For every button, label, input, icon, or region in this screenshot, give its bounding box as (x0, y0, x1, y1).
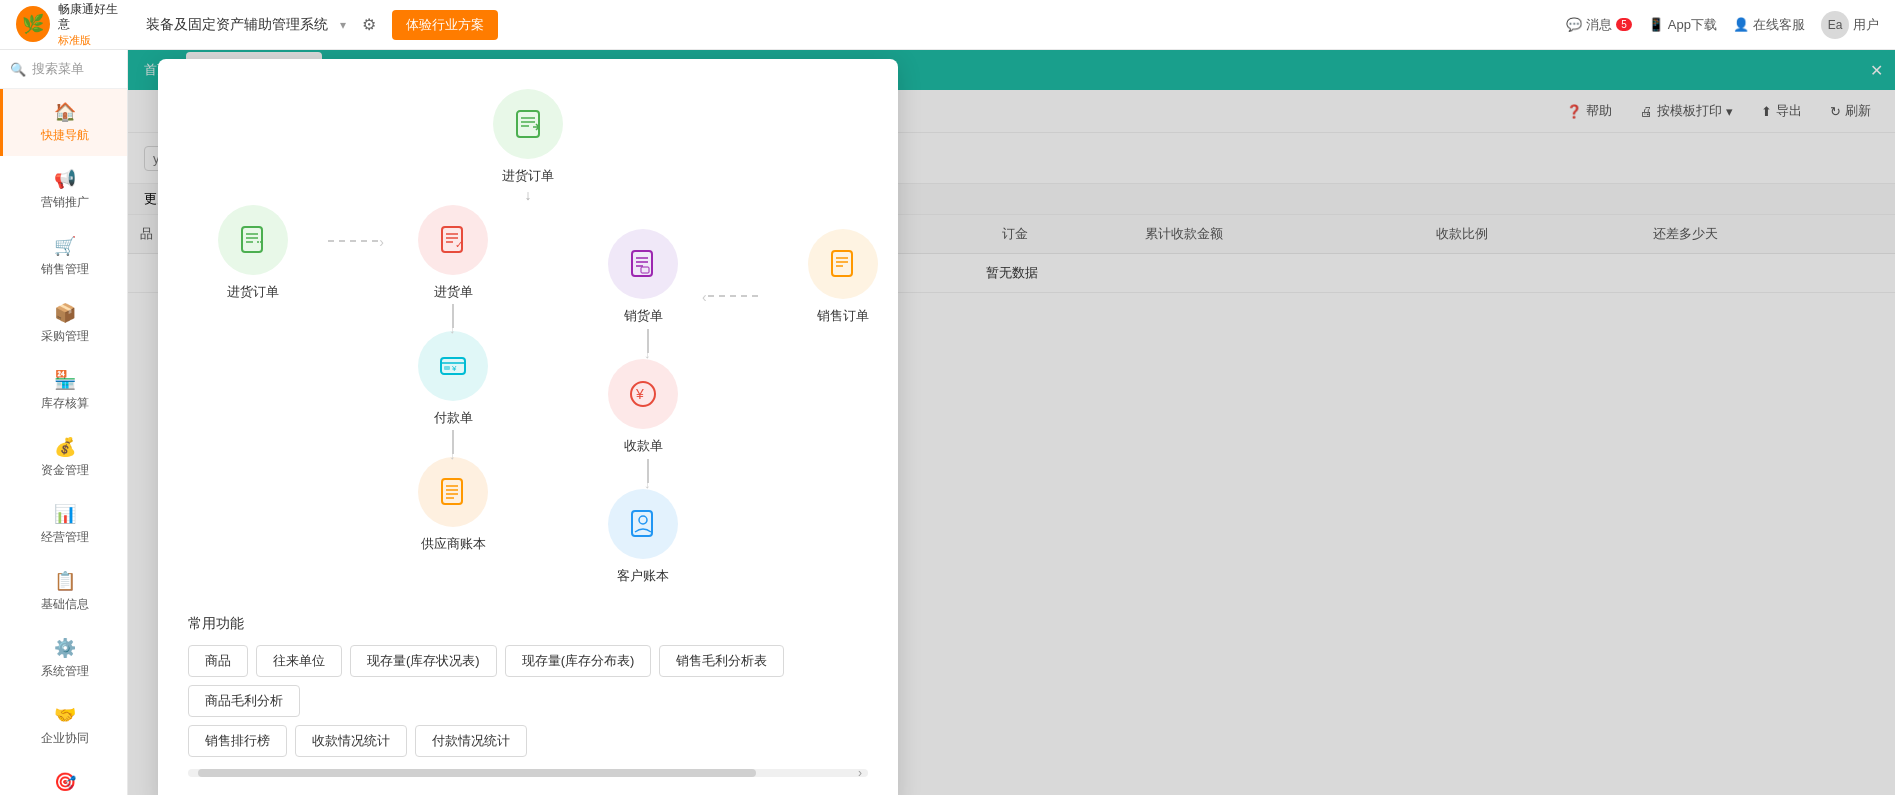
sales-bill-circle (608, 229, 678, 299)
modal-scrollbar[interactable]: › (188, 769, 868, 777)
message-icon: 💬 (1566, 17, 1582, 32)
modal-overlay: 进货订单 ↓ (128, 50, 1895, 795)
user-area[interactable]: Ea 用户 (1821, 11, 1879, 39)
sidebar-item-system[interactable]: ⚙️ 系统管理 (0, 625, 127, 692)
func-btn-partners[interactable]: 往来单位 (256, 645, 342, 677)
sidebar-item-purchase[interactable]: 📦 采购管理 (0, 290, 127, 357)
v-arrow-sales: ↓ (643, 329, 653, 353)
func-btn-sales-profit[interactable]: 销售毛利分析表 (659, 645, 784, 677)
sidebar-search-text: 搜索菜单 (32, 60, 84, 78)
sales-icon: 🛒 (54, 235, 76, 257)
home-icon: 🏠 (54, 101, 76, 123)
sidebar-item-operation[interactable]: 📊 经营管理 (0, 491, 127, 558)
top-right-area: 💬 消息 5 📱 App下载 👤 在线客服 Ea 用户 (1566, 11, 1879, 39)
message-btn[interactable]: 💬 消息 5 (1566, 16, 1632, 34)
purchase-order-icon (493, 89, 563, 159)
sidebar-item-inventory[interactable]: 🏪 库存核算 (0, 357, 127, 424)
svg-text:¥: ¥ (451, 364, 457, 373)
func-btn-goods-profit[interactable]: 商品毛利分析 (188, 685, 300, 717)
func-buttons-row1: 商品 往来单位 现存量(库存状况表) 现存量(库存分布表) 销售毛利分析表 商品… (188, 645, 868, 717)
fn-purchase-order[interactable]: 进货订单 (188, 205, 318, 301)
svg-point-34 (639, 516, 647, 524)
svg-rect-27 (832, 251, 852, 276)
fn-sales-bill[interactable]: 销货单 (578, 229, 708, 325)
func-btn-payment-stats[interactable]: 付款情况统计 (415, 725, 527, 757)
system-title: 装备及固定资产辅助管理系统 (146, 16, 328, 34)
scroll-right-btn[interactable]: › (852, 769, 868, 777)
flow-node-purchase-order[interactable]: 进货订单 (463, 89, 593, 185)
fn-purchase-bill[interactable]: ✓ 进货单 (388, 205, 518, 301)
receipt-bill-circle: ¥ (608, 359, 678, 429)
svg-rect-4 (242, 227, 262, 252)
guide-icon: 🎯 (54, 771, 76, 793)
svg-text:¥: ¥ (635, 386, 644, 402)
logo-area: 🌿 畅康通好生意 标准版 (16, 2, 126, 47)
supplier-book-circle (418, 457, 488, 527)
fn-customer-book[interactable]: 客户账本 (578, 489, 708, 585)
app-icon: 📱 (1648, 17, 1664, 32)
svg-rect-0 (517, 111, 539, 137)
svg-text:✓: ✓ (455, 239, 463, 250)
system-icon: ⚙️ (54, 637, 76, 659)
user-avatar: Ea (1821, 11, 1849, 39)
payment-bill-circle: ¥ (418, 331, 488, 401)
right-flow: 销货单 ‹ 销售订单 (578, 229, 918, 599)
fn-sales-order[interactable]: 销售订单 (778, 229, 908, 325)
sidebar-item-guide[interactable]: 🎯 新手引导 (0, 759, 127, 795)
purchase-icon: 📦 (54, 302, 76, 324)
arrow-down-1: ↓ (525, 187, 532, 203)
message-badge: 5 (1616, 18, 1632, 31)
content-area: 首页 销售订单执行表 × ✕ ❓ 帮助 🖨 按模板打印 ▾ (128, 50, 1895, 795)
sidebar-item-enterprise[interactable]: 🤝 企业协同 (0, 692, 127, 759)
func-buttons-row2: 销售排行榜 收款情况统计 付款情况统计 (188, 725, 868, 757)
enterprise-icon: 🤝 (54, 704, 76, 726)
arrow-right-1: › (328, 240, 378, 266)
sidebar-item-sales[interactable]: 🛒 销售管理 (0, 223, 127, 290)
func-btn-sales-rank[interactable]: 销售排行榜 (188, 725, 287, 757)
trial-button[interactable]: 体验行业方案 (392, 10, 498, 40)
operation-icon: 📊 (54, 503, 76, 525)
sidebar-item-quick-nav[interactable]: 🏠 快捷导航 (0, 89, 127, 156)
v-arrow-2: ↓ (452, 304, 454, 328)
func-btn-receipt-stats[interactable]: 收款情况统计 (295, 725, 407, 757)
marketing-icon: 📢 (54, 168, 76, 190)
svg-rect-15 (444, 366, 450, 370)
sidebar-item-marketing[interactable]: 📢 营销推广 (0, 156, 127, 223)
inventory-icon: 🏪 (54, 369, 76, 391)
svg-rect-26 (641, 267, 649, 273)
v-arrow-4: ↓ (452, 430, 454, 454)
online-service-btn[interactable]: 👤 在线客服 (1733, 16, 1805, 34)
sidebar-item-basic[interactable]: 📋 基础信息 (0, 558, 127, 625)
common-functions-title: 常用功能 (188, 615, 868, 633)
logo-text: 畅康通好生意 标准版 (58, 2, 126, 47)
sidebar: 🔍 搜索菜单 🏠 快捷导航 📢 营销推广 🛒 销售管理 📦 采购管理 🏪 (0, 50, 128, 795)
sidebar-item-finance[interactable]: 💰 资金管理 (0, 424, 127, 491)
purchase-order-circle (218, 205, 288, 275)
fn-receipt-bill[interactable]: ¥ 收款单 (578, 359, 708, 455)
sidebar-search[interactable]: 🔍 搜索菜单 (0, 50, 127, 89)
v-arrow-receipt: ↓ (643, 459, 653, 483)
common-functions: 常用功能 商品 往来单位 现存量(库存状况表) 现存量(库存分布表) 销售毛利分… (188, 615, 868, 757)
app-download-btn[interactable]: 📱 App下载 (1648, 16, 1717, 34)
arrow-left-1: ‹ (708, 295, 778, 325)
logo-icon: 🌿 (16, 6, 50, 42)
flow-diagram: 进货订单 ↓ (188, 89, 868, 205)
fn-supplier-book[interactable]: 供应商账本 (388, 457, 518, 553)
search-icon: 🔍 (10, 62, 26, 77)
settings-icon[interactable]: ⚙ (358, 11, 380, 38)
purchase-bill-circle: ✓ (418, 205, 488, 275)
quick-nav-modal: 进货订单 ↓ (158, 59, 898, 796)
system-dropdown-icon[interactable]: ▾ (340, 18, 346, 32)
scroll-thumb (198, 769, 756, 777)
basic-icon: 📋 (54, 570, 76, 592)
func-btn-goods[interactable]: 商品 (188, 645, 248, 677)
sales-order-circle (808, 229, 878, 299)
customer-book-circle (608, 489, 678, 559)
func-btn-stock-dist[interactable]: 现存量(库存分布表) (505, 645, 652, 677)
service-icon: 👤 (1733, 17, 1749, 32)
finance-icon: 💰 (54, 436, 76, 458)
fn-payment-bill[interactable]: ¥ 付款单 (388, 331, 518, 427)
svg-rect-17 (442, 479, 462, 504)
func-btn-stock-status[interactable]: 现存量(库存状况表) (350, 645, 497, 677)
